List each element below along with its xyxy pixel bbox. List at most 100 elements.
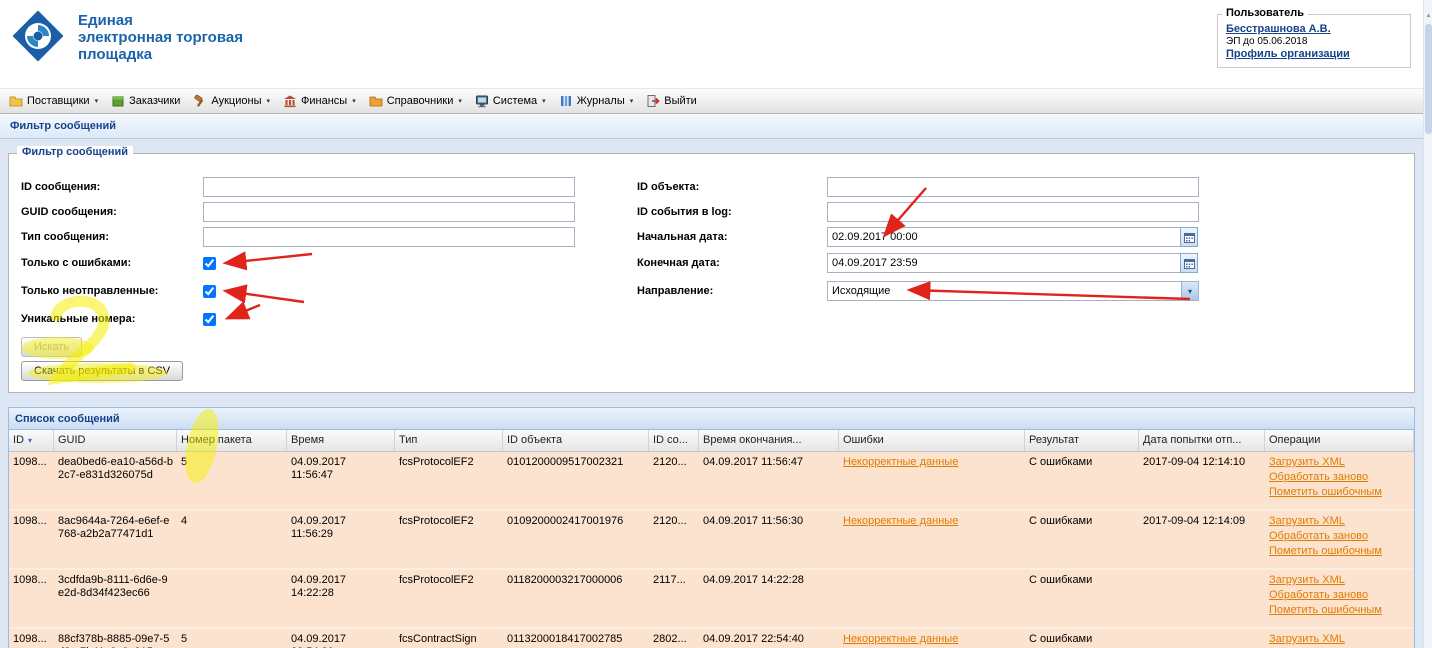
column-header-time[interactable]: Время (287, 430, 395, 451)
logo-line: Единая (78, 12, 133, 29)
menu-item-label: Справочники (386, 95, 454, 107)
scrollbar[interactable]: ▲ (1423, 0, 1432, 648)
cell-guid: 8ac9644a-7264-e6ef-e768-a2b2a77471d1 (58, 515, 170, 540)
operation-link[interactable]: Обработать заново (1269, 589, 1410, 602)
column-header-end_time[interactable]: Время окончания... (699, 430, 839, 451)
unsent-only-checkbox[interactable] (203, 284, 216, 298)
user-panel: Пользователь Бесстрашнова А.В. ЭП до 05.… (1217, 7, 1411, 68)
cell-guid: dea0bed6-ea10-a56d-b2c7-e831d326075d (58, 456, 173, 481)
menu-item-customers[interactable]: Заказчики (106, 91, 188, 111)
table-row[interactable]: 1098... 8ac9644a-7264-e6ef-e768-a2b2a7747… (9, 511, 1414, 570)
menu-item-auctions[interactable]: Аукционы ▾ (188, 91, 278, 111)
operation-link[interactable]: Пометить ошибочным (1269, 604, 1410, 617)
menu-bar: Поставщики ▾ Заказчики Аукционы ▾ Финансы ▾ Спр… (0, 88, 1423, 114)
menu-item-journals[interactable]: Журналы ▾ (554, 91, 642, 111)
cell-result: С ошибками (1029, 633, 1093, 645)
field-label: ID объекта: (637, 180, 700, 193)
menu-item-logout[interactable]: Выйти (641, 91, 705, 111)
operation-link[interactable]: Загрузить XML (1269, 633, 1410, 646)
column-header-id[interactable]: ID ▾ (9, 430, 54, 451)
filter-legend: Фильтр сообщений (17, 146, 134, 158)
cell-end_time: 04.09.2017 11:56:30 (703, 515, 804, 527)
start-date-input[interactable] (827, 227, 1181, 247)
column-header-errors[interactable]: Ошибки (839, 430, 1025, 451)
folder-icon (9, 94, 23, 108)
column-header-result[interactable]: Результат (1025, 430, 1139, 451)
logo-line: площадка (78, 46, 153, 63)
menu-item-suppliers[interactable]: Поставщики ▾ (4, 91, 106, 111)
column-header-type[interactable]: Тип (395, 430, 503, 451)
cell-time: 04.09.2017 11:56:47 (291, 456, 347, 481)
org-profile-link[interactable]: Профиль организации (1226, 48, 1402, 60)
operation-link[interactable]: Обработать заново (1269, 471, 1410, 484)
cell-time: 04.09.2017 11:56:29 (291, 515, 347, 540)
unique-numbers-checkbox[interactable] (203, 312, 216, 326)
cell-id: 1098... (13, 515, 47, 527)
column-header-guid[interactable]: GUID (54, 430, 177, 451)
errors-only-checkbox[interactable] (203, 256, 216, 270)
operation-link[interactable]: Обработать заново (1269, 530, 1410, 543)
message-type-input[interactable] (203, 226, 575, 247)
table-row[interactable]: 1098... 3cdfda9b-8111-6d6e-9e2d-8d34f423e… (9, 570, 1414, 629)
operation-link[interactable]: Пометить ошибочным (1269, 545, 1410, 558)
cell-errors: Некорректные данные (839, 511, 1025, 568)
operation-link[interactable]: Загрузить XML (1269, 456, 1410, 469)
operation-link[interactable]: Загрузить XML (1269, 515, 1410, 528)
operation-link[interactable]: Загрузить XML (1269, 574, 1410, 587)
content-area: Фильтр сообщений ID сообщения: GUID сооб… (0, 139, 1423, 648)
object-id-input[interactable] (827, 176, 1199, 197)
logo-text: Единая электронная торговая площадка (78, 12, 243, 63)
reference-book-icon (369, 94, 383, 108)
field-label: ID сообщения: (21, 180, 101, 193)
calendar-icon[interactable] (1180, 253, 1198, 273)
cell-package: 4 (181, 515, 188, 527)
cell-end_time: 04.09.2017 14:22:28 (703, 574, 804, 586)
error-link[interactable]: Некорректные данные (843, 633, 958, 645)
column-header-package[interactable]: Номер пакета (177, 430, 287, 451)
cell-id: 1098... (13, 456, 47, 468)
cert-info: ЭП до 05.06.2018 (1226, 36, 1308, 47)
grid-header: ID ▾ GUID Номер пакета Время Тип ID объекта ID … (9, 430, 1414, 452)
direction-select[interactable]: Исходящие ▾ (827, 281, 1199, 301)
column-header-object_id[interactable]: ID объекта (503, 430, 649, 451)
cell-type: fcsProtocolEF2 (399, 574, 474, 586)
menu-item-finances[interactable]: Финансы ▾ (278, 91, 364, 111)
cell-operations: Загрузить XML Обработать заново Пометить о… (1265, 452, 1414, 509)
error-link[interactable]: Некорректные данные (843, 456, 958, 468)
cell-end_time: 04.09.2017 11:56:47 (703, 456, 804, 468)
scroll-thumb[interactable] (1425, 24, 1432, 134)
cell-attempt_date: 2017-09-04 12:14:09 (1143, 515, 1246, 527)
finance-bank-icon (283, 94, 297, 108)
field-label: Только неотправленные: (21, 285, 159, 297)
cell-time: 04.09.2017 14:22:28 (291, 574, 347, 599)
exit-icon (646, 94, 660, 108)
column-header-id_so[interactable]: ID со... (649, 430, 699, 451)
field-label: Только с ошибками: (21, 257, 132, 269)
log-event-id-input[interactable] (827, 201, 1199, 222)
column-header-attempt_date[interactable]: Дата попытки отп... (1139, 430, 1265, 451)
error-link[interactable]: Некорректные данные (843, 515, 958, 527)
user-name-link[interactable]: Бесстрашнова А.В. (1226, 23, 1402, 35)
table-row[interactable]: 1098... dea0bed6-ea10-a56d-b2c7-e831d3260… (9, 452, 1414, 511)
message-id-input[interactable] (203, 176, 575, 197)
operation-link[interactable]: Пометить ошибочным (1269, 486, 1410, 499)
cell-time: 04.09.2017 22:54:39 (291, 633, 347, 648)
app-header: Единая электронная торговая площадка Пол… (0, 0, 1423, 88)
download-csv-button[interactable]: Скачать результаты в CSV (21, 361, 184, 381)
calendar-icon[interactable] (1180, 227, 1198, 247)
message-guid-input[interactable] (203, 201, 575, 222)
cell-guid: 3cdfda9b-8111-6d6e-9e2d-8d34f423ec66 (58, 574, 168, 599)
menu-item-references[interactable]: Справочники ▾ (364, 91, 470, 111)
chevron-down-icon: ▾ (266, 98, 270, 105)
cell-attempt_date: 2017-09-04 12:14:10 (1143, 456, 1246, 468)
search-button[interactable]: Искать (21, 337, 83, 357)
scroll-up-icon[interactable]: ▲ (1424, 10, 1432, 22)
column-header-operations[interactable]: Операции (1265, 430, 1414, 451)
field-label: ID события в log: (637, 205, 732, 218)
table-row[interactable]: 1098... 88cf378b-8885-09e7-5d2a-7b41c6e0a… (9, 629, 1414, 648)
chevron-down-icon: ▾ (458, 98, 462, 105)
menu-item-label: Поставщики (27, 95, 90, 107)
menu-item-system[interactable]: Система ▾ (470, 91, 554, 111)
grid-body: 1098... dea0bed6-ea10-a56d-b2c7-e831d3260… (9, 452, 1414, 648)
end-date-input[interactable] (827, 253, 1181, 273)
